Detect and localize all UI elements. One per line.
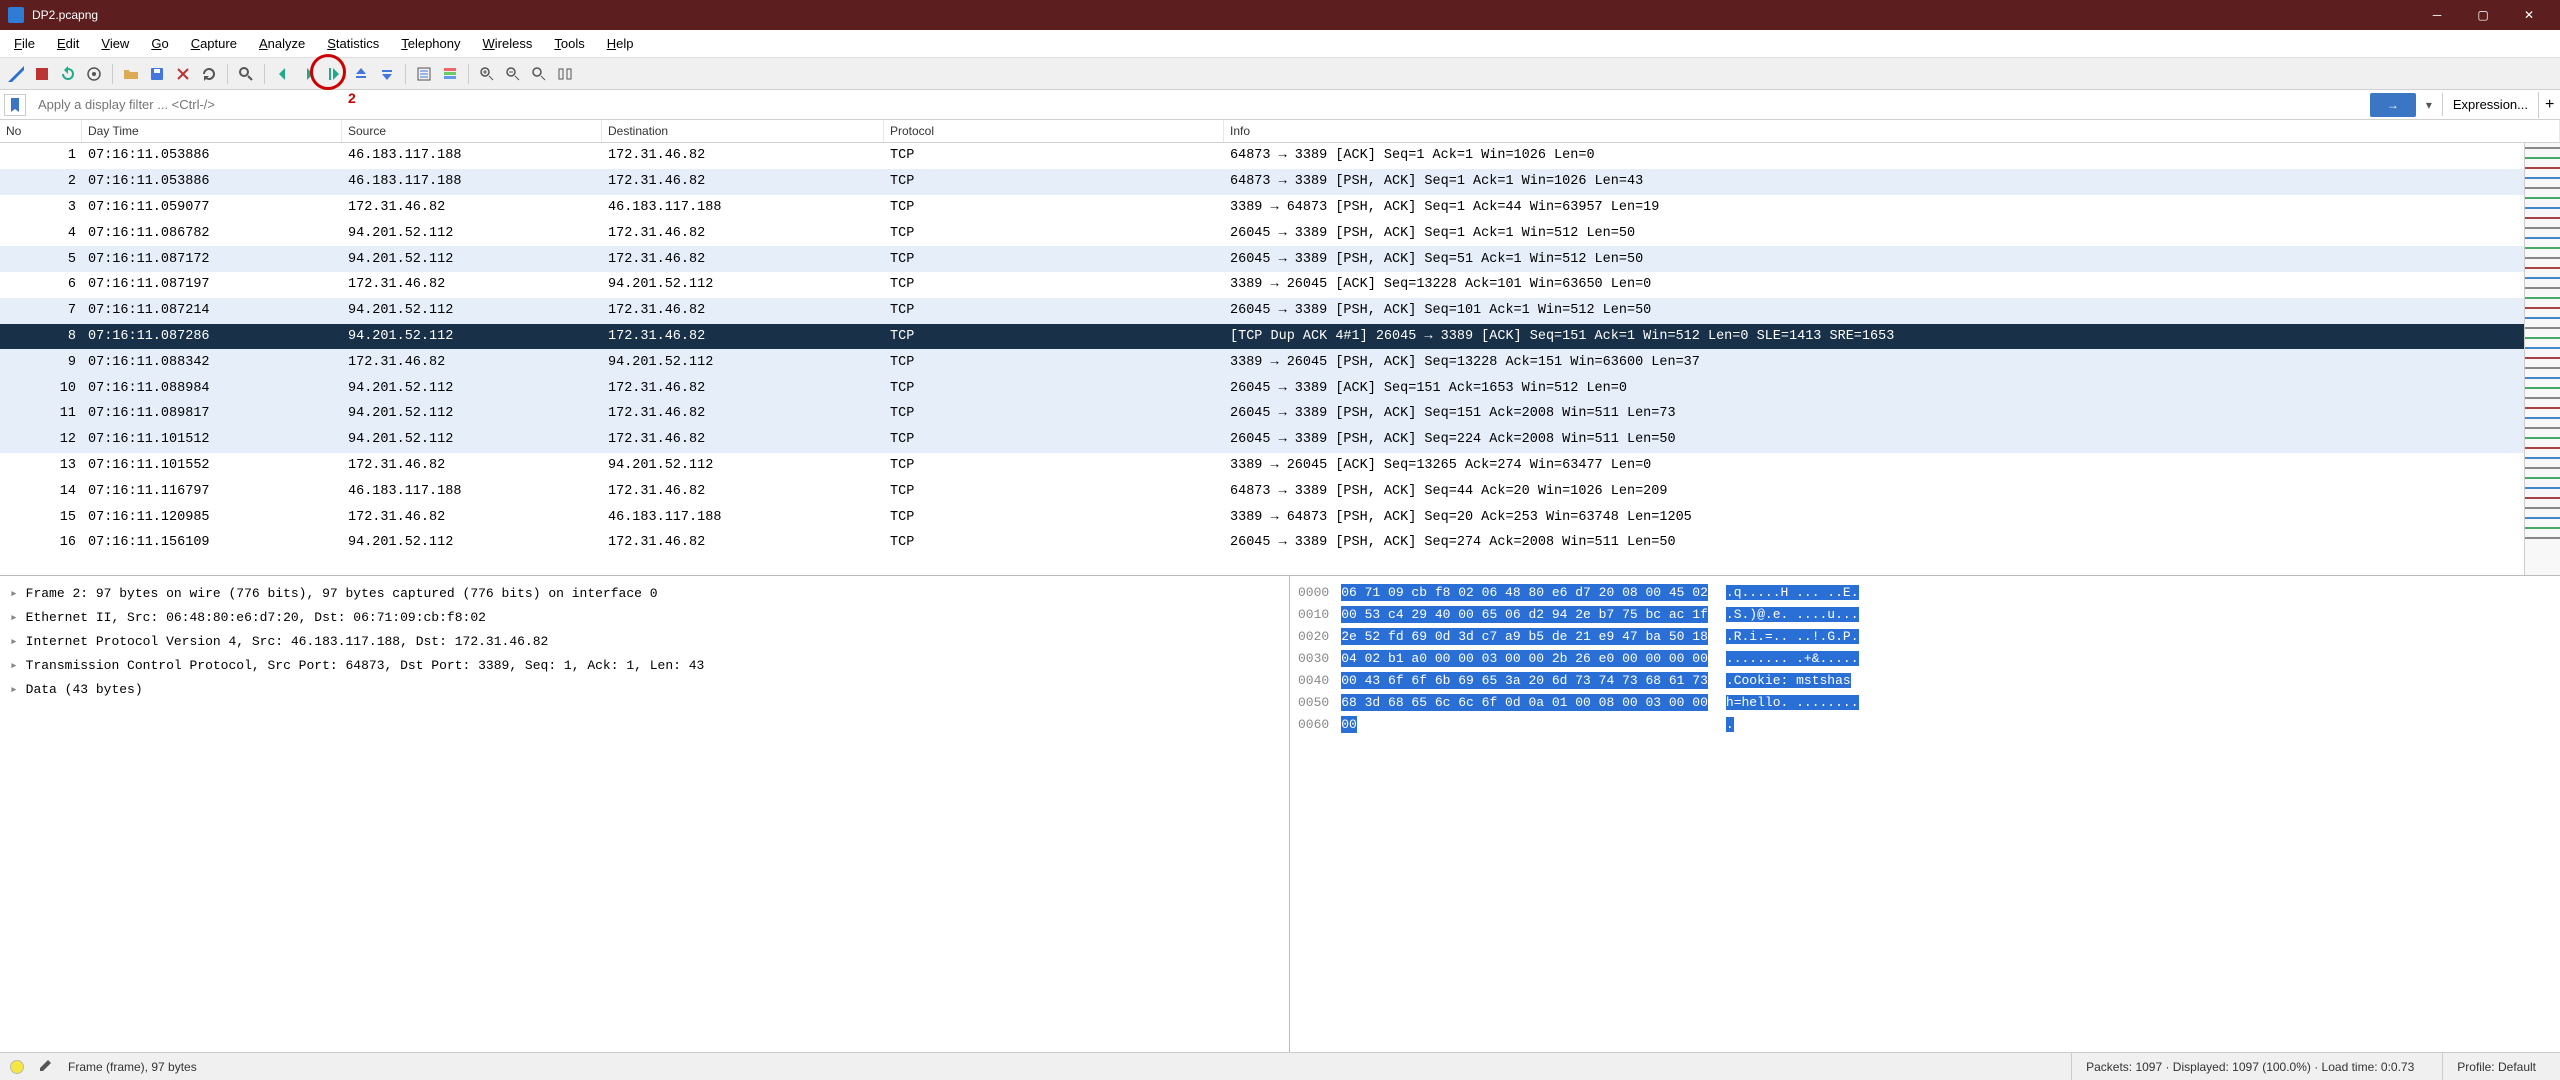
packet-row[interactable]: 107:16:11.05388646.183.117.188172.31.46.… [0,143,2524,169]
open-icon[interactable] [121,64,141,84]
hex-offsets: 0000001000200030004000500060 [1298,582,1341,1046]
menu-view[interactable]: View [91,32,139,55]
find-icon[interactable] [236,64,256,84]
titlebar: DP2.pcapng ─ ▢ ✕ [0,0,2560,30]
packet-minimap[interactable] [2524,143,2560,575]
packet-row[interactable]: 207:16:11.05388646.183.117.188172.31.46.… [0,169,2524,195]
go-first-icon[interactable] [351,64,371,84]
packet-list[interactable]: 107:16:11.05388646.183.117.188172.31.46.… [0,143,2524,575]
packet-row[interactable]: 1307:16:11.101552172.31.46.8294.201.52.1… [0,453,2524,479]
packet-row[interactable]: 1407:16:11.11679746.183.117.188172.31.46… [0,478,2524,504]
menu-statistics[interactable]: Statistics [317,32,389,55]
menubar: FileEditViewGoCaptureAnalyzeStatisticsTe… [0,30,2560,58]
menu-analyze[interactable]: Analyze [249,32,315,55]
packet-row[interactable]: 707:16:11.08721494.201.52.112172.31.46.8… [0,298,2524,324]
restart-capture-icon[interactable] [58,64,78,84]
column-headers: No Day Time Source Destination Protocol … [0,120,2560,143]
menu-file[interactable]: File [4,32,45,55]
hex-bytes: 06 71 09 cb f8 02 06 48 80 e6 d7 20 08 0… [1341,582,1708,1046]
detail-item[interactable]: Internet Protocol Version 4, Src: 46.183… [10,630,1279,654]
statusbar: Frame (frame), 97 bytes Packets: 1097 · … [0,1052,2560,1080]
edit-icon[interactable] [38,1057,54,1076]
detail-item[interactable]: Frame 2: 97 bytes on wire (776 bits), 97… [10,582,1279,606]
status-frame: Frame (frame), 97 bytes [68,1060,197,1074]
packet-row[interactable]: 507:16:11.08717294.201.52.112172.31.46.8… [0,246,2524,272]
zoom-out-icon[interactable] [503,64,523,84]
col-time[interactable]: Day Time [82,120,342,142]
col-source[interactable]: Source [342,120,602,142]
go-last-icon[interactable] [377,64,397,84]
hex-dump[interactable]: 0000001000200030004000500060 06 71 09 cb… [1290,576,2560,1052]
status-profile[interactable]: Profile: Default [2442,1053,2550,1080]
packet-row[interactable]: 907:16:11.088342172.31.46.8294.201.52.11… [0,349,2524,375]
col-info[interactable]: Info [1224,120,2560,142]
menu-help[interactable]: Help [597,32,644,55]
close-file-icon[interactable] [173,64,193,84]
packet-row[interactable]: 1607:16:11.15610994.201.52.112172.31.46.… [0,530,2524,556]
detail-item[interactable]: Ethernet II, Src: 06:48:80:e6:d7:20, Dst… [10,606,1279,630]
hex-ascii: .q.....H ... ..E..S.)@.e. ....u....R.i.=… [1726,582,1859,1046]
menu-capture[interactable]: Capture [181,32,247,55]
autoscroll-icon[interactable] [414,64,434,84]
status-counts: Packets: 1097 · Displayed: 1097 (100.0%)… [2071,1053,2428,1080]
jump-to-icon[interactable] [325,64,345,84]
go-forward-icon[interactable] [299,64,319,84]
packet-row[interactable]: 807:16:11.08728694.201.52.112172.31.46.8… [0,324,2524,350]
window-title: DP2.pcapng [32,8,98,22]
col-protocol[interactable]: Protocol [884,120,1224,142]
menu-edit[interactable]: Edit [47,32,89,55]
packet-details[interactable]: Frame 2: 97 bytes on wire (776 bits), 97… [0,576,1290,1052]
packet-row[interactable]: 1507:16:11.120985172.31.46.8246.183.117.… [0,504,2524,530]
menu-tools[interactable]: Tools [544,32,594,55]
reload-icon[interactable] [199,64,219,84]
colorize-icon[interactable] [440,64,460,84]
packet-row[interactable]: 1207:16:11.10151294.201.52.112172.31.46.… [0,427,2524,453]
expression-button[interactable]: Expression... [2442,93,2538,116]
menu-wireless[interactable]: Wireless [473,32,543,55]
filter-bar: → ▾ Expression... + [0,90,2560,120]
go-back-icon[interactable] [273,64,293,84]
packet-row[interactable]: 407:16:11.08678294.201.52.112172.31.46.8… [0,220,2524,246]
stop-capture-icon[interactable] [32,64,52,84]
packet-row[interactable]: 1107:16:11.08981794.201.52.112172.31.46.… [0,401,2524,427]
menu-go[interactable]: Go [141,32,178,55]
display-filter-input[interactable] [30,93,2370,116]
add-filter-button[interactable]: + [2538,92,2560,118]
zoom-in-icon[interactable] [477,64,497,84]
menu-telephony[interactable]: Telephony [391,32,470,55]
close-button[interactable]: ✕ [2506,0,2552,30]
resize-columns-icon[interactable] [555,64,575,84]
save-icon[interactable] [147,64,167,84]
packet-row[interactable]: 1007:16:11.08898494.201.52.112172.31.46.… [0,375,2524,401]
detail-item[interactable]: Data (43 bytes) [10,678,1279,702]
app-icon [8,7,24,23]
toolbar: 2 [0,58,2560,90]
expert-info-icon[interactable] [10,1060,24,1074]
maximize-button[interactable]: ▢ [2460,0,2506,30]
start-capture-icon[interactable] [6,64,26,84]
col-no[interactable]: No [0,120,82,142]
minimize-button[interactable]: ─ [2414,0,2460,30]
detail-item[interactable]: Transmission Control Protocol, Src Port:… [10,654,1279,678]
zoom-reset-icon[interactable] [529,64,549,84]
filter-history-dropdown[interactable]: ▾ [2420,93,2438,117]
col-destination[interactable]: Destination [602,120,884,142]
bookmark-icon[interactable] [4,94,26,116]
apply-filter-button[interactable]: → [2370,93,2416,117]
packet-row[interactable]: 607:16:11.087197172.31.46.8294.201.52.11… [0,272,2524,298]
options-icon[interactable] [84,64,104,84]
packet-row[interactable]: 307:16:11.059077172.31.46.8246.183.117.1… [0,195,2524,221]
